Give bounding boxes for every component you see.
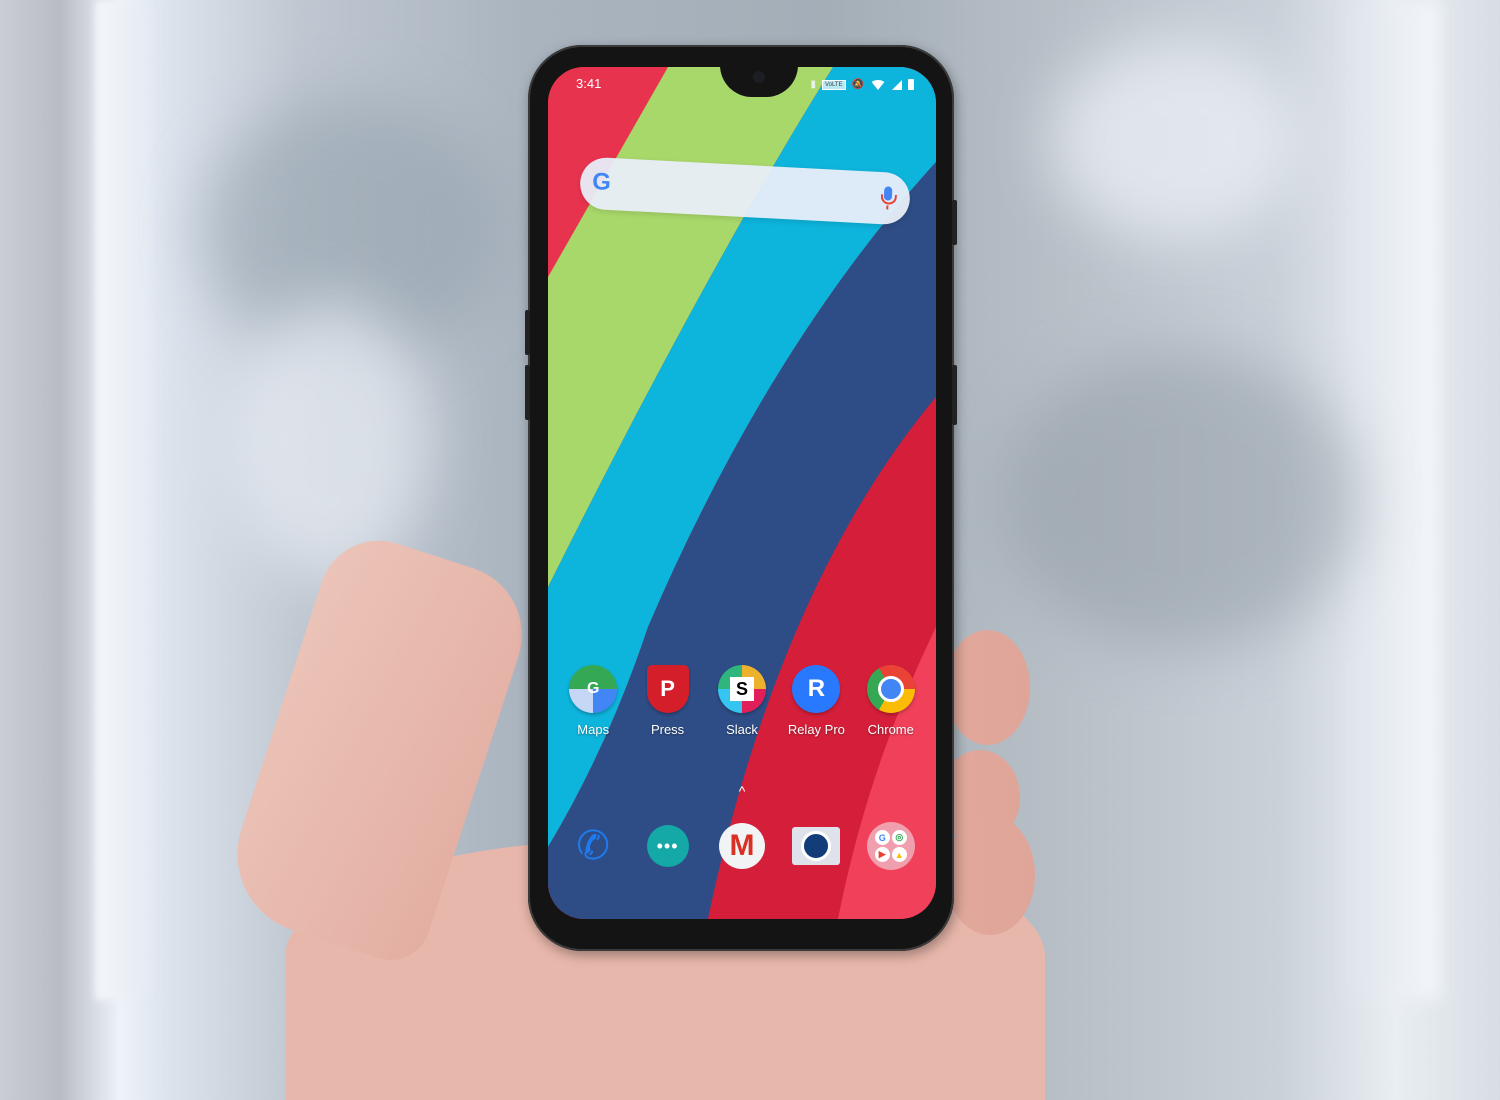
status-icons: ▮ VoLTE 🔕 xyxy=(810,79,914,90)
blur-blob xyxy=(1050,40,1300,240)
camera-icon xyxy=(792,827,841,865)
google-icon: G xyxy=(874,830,890,845)
power-button xyxy=(952,365,957,425)
chrome-mini-icon: ◎ xyxy=(891,830,907,845)
alert-slider xyxy=(952,200,957,245)
microphone-stem xyxy=(886,205,889,210)
home-screen: 3:41 ▮ VoLTE 🔕 G G Maps P Press S Slack … xyxy=(548,67,936,919)
dock-gmail[interactable]: M xyxy=(718,822,766,870)
volume-button xyxy=(525,310,530,355)
messages-icon: ••• xyxy=(646,825,689,867)
volte-icon: VoLTE xyxy=(821,79,846,90)
finger xyxy=(945,815,1035,935)
volume-button xyxy=(525,365,530,420)
slack-icon: S xyxy=(717,665,766,713)
app-label: Maps xyxy=(577,722,610,737)
google-apps-folder-icon: G ◎ ▶ ▲ xyxy=(866,822,915,870)
app-label: Relay Pro xyxy=(787,722,845,737)
wifi-icon xyxy=(870,79,886,90)
blur-blob xyxy=(1000,350,1360,650)
do-not-disturb-icon: 🔕 xyxy=(851,79,864,90)
dock: ✆ ••• M G ◎ ▶ ▲ xyxy=(548,822,936,870)
app-press[interactable]: P Press xyxy=(632,665,704,737)
relay-pro-icon: R xyxy=(792,665,841,713)
app-label: Chrome xyxy=(867,722,914,737)
dock-google-folder[interactable]: G ◎ ▶ ▲ xyxy=(866,822,915,870)
google-g-icon: G xyxy=(591,168,612,196)
blur-blob xyxy=(230,300,430,580)
app-row: G Maps P Press S Slack R Relay Pro Chrom… xyxy=(548,665,936,737)
drive-icon: ▲ xyxy=(891,847,907,862)
window-frame-right xyxy=(1350,0,1440,1000)
front-camera xyxy=(753,71,765,83)
status-time: 3:41 xyxy=(576,76,602,91)
app-label: Press xyxy=(650,722,685,737)
gmail-icon: M xyxy=(718,823,765,869)
sim-icon: ▮ xyxy=(810,79,816,90)
chevron-up-icon[interactable]: ^ xyxy=(739,783,746,799)
app-maps[interactable]: G Maps xyxy=(557,665,629,737)
signal-icon xyxy=(892,79,902,90)
phone-icon: ✆ xyxy=(576,824,610,868)
google-maps-icon: G xyxy=(569,665,618,713)
microphone-icon[interactable] xyxy=(883,186,893,201)
battery-icon xyxy=(908,79,914,90)
dock-phone[interactable]: ✆ xyxy=(569,822,617,870)
finger xyxy=(945,630,1030,745)
app-relay-pro[interactable]: R Relay Pro xyxy=(780,665,852,737)
chrome-icon xyxy=(866,665,915,713)
press-icon: P xyxy=(646,665,689,713)
app-chrome[interactable]: Chrome xyxy=(855,665,927,737)
phone: 3:41 ▮ VoLTE 🔕 G G Maps P Press S Slack … xyxy=(525,45,957,951)
app-slack[interactable]: S Slack xyxy=(706,665,778,737)
app-label: Slack xyxy=(726,722,758,737)
youtube-icon: ▶ xyxy=(874,847,890,862)
dock-camera[interactable] xyxy=(792,822,841,870)
dock-messages[interactable]: ••• xyxy=(644,822,692,870)
window-frame-left xyxy=(95,0,150,1000)
